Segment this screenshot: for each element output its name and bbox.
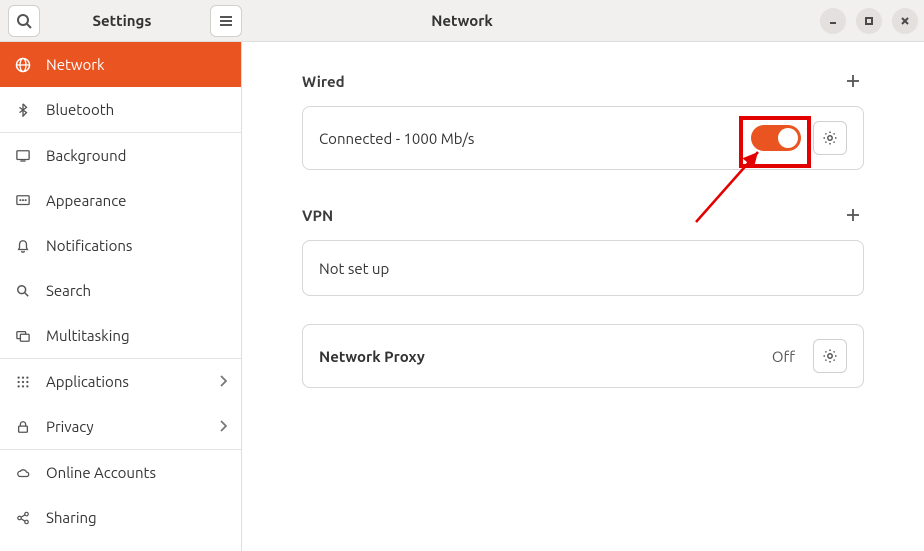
headerbar: Settings Network xyxy=(0,0,924,42)
gear-icon xyxy=(822,348,838,364)
chevron-right-icon xyxy=(219,373,227,390)
sidebar-item-label: Privacy xyxy=(46,418,94,435)
add-vpn-button[interactable] xyxy=(842,204,864,226)
maximize-icon xyxy=(864,16,874,26)
sidebar-item-multitasking[interactable]: Multitasking xyxy=(0,313,241,358)
close-button[interactable] xyxy=(892,8,918,34)
sidebar-item-sharing[interactable]: Sharing xyxy=(0,495,241,540)
content-area: Wired Connected - 1000 Mb/s VPN xyxy=(242,42,924,551)
wired-card: Connected - 1000 Mb/s xyxy=(302,106,864,170)
sidebar-item-label: Online Accounts xyxy=(46,464,156,481)
search-icon xyxy=(16,13,32,29)
sidebar-item-background[interactable]: Background xyxy=(0,133,241,178)
plus-icon xyxy=(846,208,860,222)
background-icon xyxy=(14,147,32,165)
multitasking-icon xyxy=(14,327,32,345)
appearance-icon xyxy=(14,192,32,210)
bell-icon xyxy=(14,237,32,255)
sidebar-item-bluetooth[interactable]: Bluetooth xyxy=(0,87,241,132)
sidebar-item-appearance[interactable]: Appearance xyxy=(0,178,241,223)
sidebar: Network Bluetooth Background Appearance … xyxy=(0,42,242,551)
search-button[interactable] xyxy=(8,5,40,37)
wired-settings-button[interactable] xyxy=(813,121,847,155)
cloud-icon xyxy=(14,464,32,482)
maximize-button[interactable] xyxy=(856,8,882,34)
grid-icon xyxy=(14,373,32,391)
chevron-right-icon xyxy=(219,418,227,435)
section-title-wired: Wired xyxy=(302,73,345,90)
sidebar-item-search[interactable]: Search xyxy=(0,268,241,313)
sidebar-item-label: Sharing xyxy=(46,509,97,526)
minimize-button[interactable] xyxy=(820,8,846,34)
hamburger-button[interactable] xyxy=(210,5,242,37)
vpn-status: Not set up xyxy=(319,260,847,277)
sidebar-item-notifications[interactable]: Notifications xyxy=(0,223,241,268)
lock-icon xyxy=(14,418,32,436)
sidebar-item-privacy[interactable]: Privacy xyxy=(0,404,241,449)
share-icon xyxy=(14,509,32,527)
sidebar-item-label: Applications xyxy=(46,373,129,390)
sidebar-item-label: Search xyxy=(46,282,91,299)
add-wired-button[interactable] xyxy=(842,70,864,92)
vpn-card: Not set up xyxy=(302,240,864,296)
sidebar-item-network[interactable]: Network xyxy=(0,42,241,87)
sidebar-item-label: Multitasking xyxy=(46,327,130,344)
proxy-card[interactable]: Network Proxy Off xyxy=(302,324,864,388)
wired-toggle[interactable] xyxy=(751,125,801,151)
proxy-settings-button[interactable] xyxy=(813,339,847,373)
sidebar-item-label: Background xyxy=(46,147,126,164)
section-title-vpn: VPN xyxy=(302,207,333,224)
sidebar-item-label: Network xyxy=(46,56,105,73)
sidebar-item-label: Appearance xyxy=(46,192,126,209)
proxy-status: Off xyxy=(772,348,795,365)
globe-icon xyxy=(14,56,32,74)
sidebar-item-label: Notifications xyxy=(46,237,132,254)
sidebar-item-label: Bluetooth xyxy=(46,101,114,118)
plus-icon xyxy=(846,74,860,88)
minimize-icon xyxy=(828,16,838,26)
sidebar-item-applications[interactable]: Applications xyxy=(0,359,241,404)
sidebar-item-online-accounts[interactable]: Online Accounts xyxy=(0,450,241,495)
close-icon xyxy=(900,16,910,26)
wired-status: Connected - 1000 Mb/s xyxy=(319,130,739,147)
page-title: Network xyxy=(431,12,493,29)
bluetooth-icon xyxy=(14,101,32,119)
search-icon xyxy=(14,282,32,300)
sidebar-title: Settings xyxy=(42,12,202,29)
hamburger-icon xyxy=(219,14,233,28)
proxy-title: Network Proxy xyxy=(319,348,760,365)
gear-icon xyxy=(822,130,838,146)
